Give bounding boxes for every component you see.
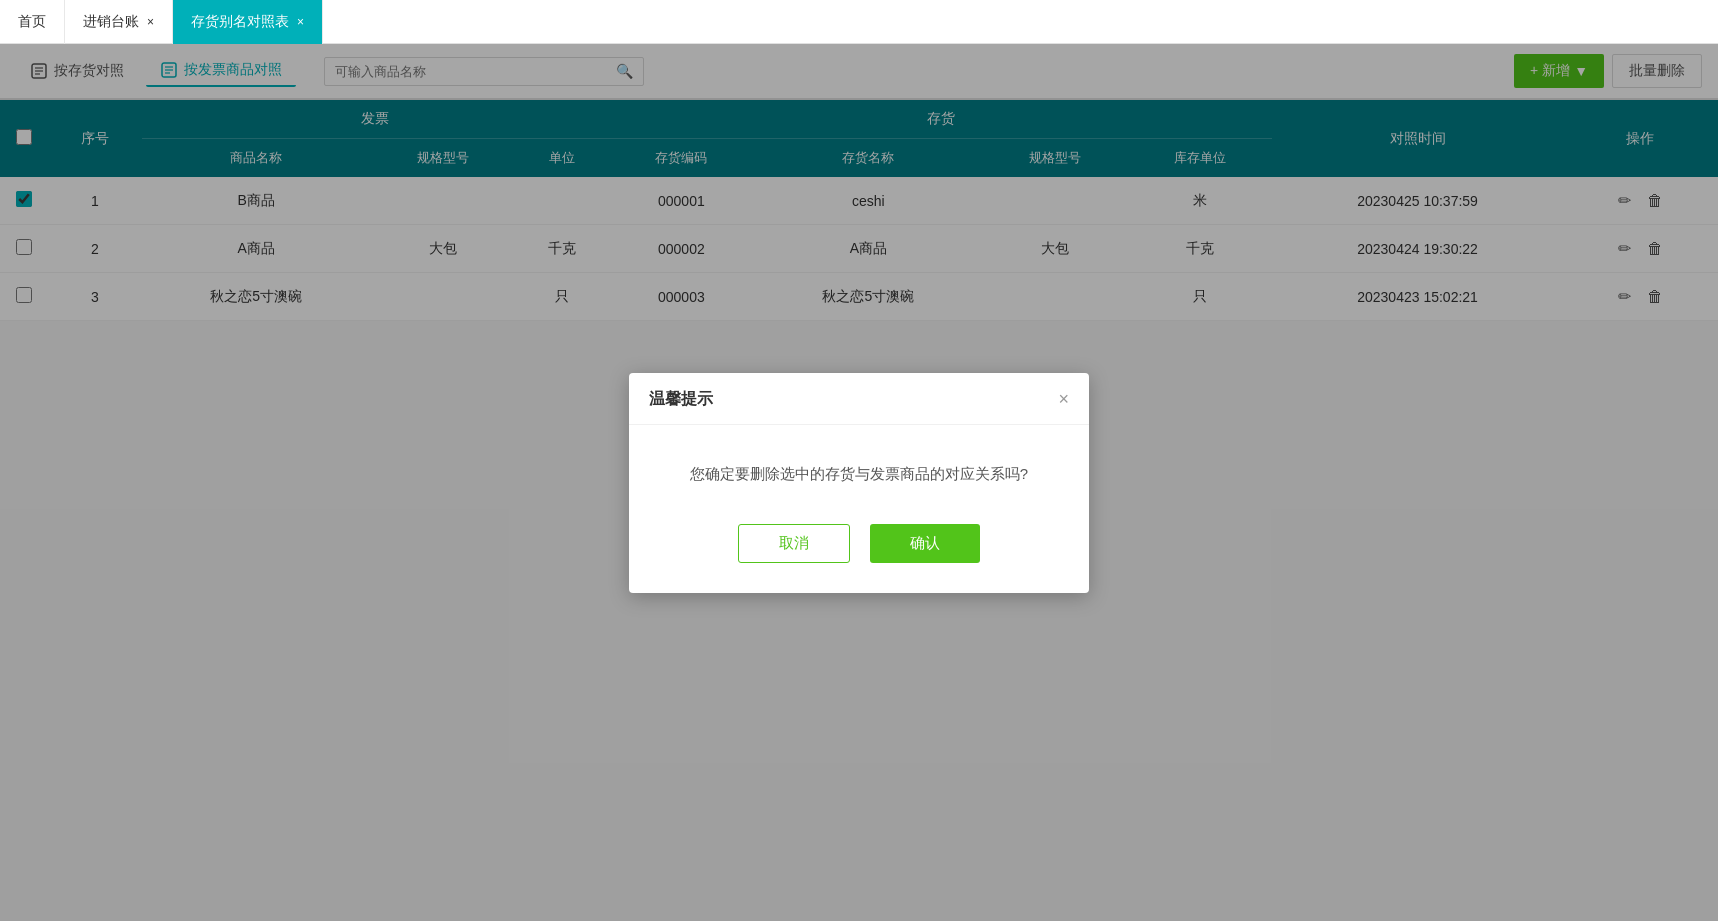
dialog-confirm-button[interactable]: 确认 — [870, 524, 980, 563]
dialog-footer: 取消 确认 — [629, 514, 1089, 593]
dialog-header: 温馨提示 × — [629, 373, 1089, 425]
tab-bar: 首页 进销台账 × 存货别名对照表 × — [0, 0, 1718, 44]
dialog: 温馨提示 × 您确定要删除选中的存货与发票商品的对应关系吗? 取消 确认 — [629, 373, 1089, 593]
dialog-title: 温馨提示 — [649, 389, 713, 410]
dialog-body: 您确定要删除选中的存货与发票商品的对应关系吗? — [629, 425, 1089, 514]
overlay: 温馨提示 × 您确定要删除选中的存货与发票商品的对应关系吗? 取消 确认 — [0, 44, 1718, 921]
tab-home[interactable]: 首页 — [0, 0, 65, 44]
dialog-message: 您确定要删除选中的存货与发票商品的对应关系吗? — [690, 465, 1028, 482]
dialog-close-button[interactable]: × — [1058, 390, 1069, 408]
tab-ledger[interactable]: 进销台账 × — [65, 0, 173, 44]
tab-inventory[interactable]: 存货别名对照表 × — [173, 0, 323, 44]
main-area: 按存货对照 按发票商品对照 🔍 + 新增 ▼ 批量删除 — [0, 44, 1718, 921]
tab-ledger-close[interactable]: × — [147, 15, 154, 29]
dialog-cancel-button[interactable]: 取消 — [738, 524, 850, 563]
tab-inventory-close[interactable]: × — [297, 15, 304, 29]
